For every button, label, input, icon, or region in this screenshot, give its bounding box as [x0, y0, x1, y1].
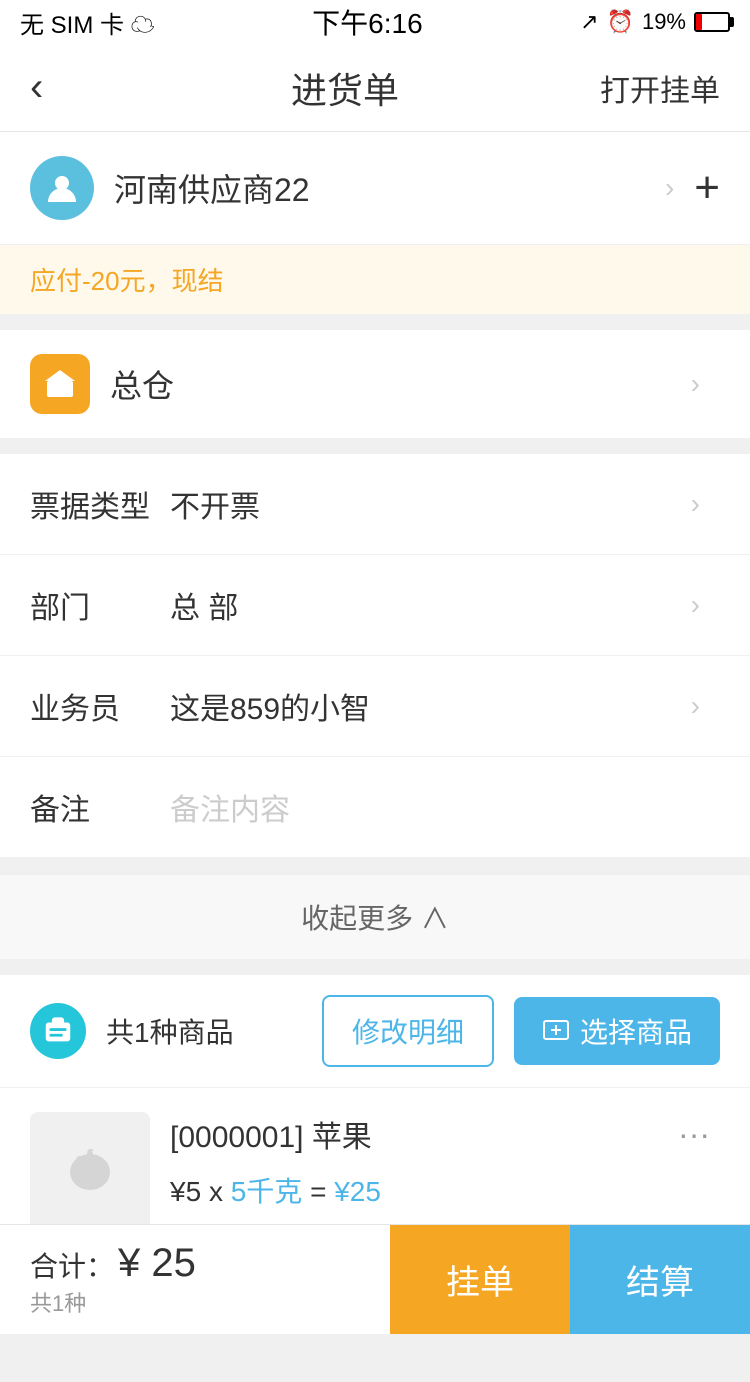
total-count: 共1种	[30, 1286, 360, 1318]
sim-status: 无 SIM 卡 ☁	[20, 5, 155, 40]
status-left: 无 SIM 卡 ☁	[20, 5, 155, 40]
remark-label: 备注	[30, 785, 170, 829]
product-price: ¥5 x 5千克 = ¥25	[170, 1170, 648, 1210]
battery-text: 19%	[642, 9, 686, 35]
warehouse-section: 总仓 ›	[0, 330, 750, 438]
staff-value: 这是859的小智	[170, 684, 691, 728]
staff-label: 业务员	[30, 684, 170, 728]
product-info: [0000001] 苹果 ¥5 x 5千克 = ¥25	[170, 1112, 648, 1210]
total-label: 合计：	[30, 1245, 114, 1285]
product-count-icon	[30, 1003, 86, 1059]
more-options-button[interactable]: ···	[668, 1112, 720, 1157]
bottom-bar: 合计： ¥ 25 共1种 挂单 结算	[0, 1224, 750, 1334]
select-product-button[interactable]: 选择商品	[514, 997, 720, 1065]
content-area: 河南供应商22 › + 应付-20元，现结 总仓 › 票据类型 不开票 ›	[0, 132, 750, 1382]
department-label: 部门	[30, 583, 170, 627]
chevron-right-icon: ›	[691, 368, 700, 400]
battery-icon	[694, 12, 730, 32]
select-product-label: 选择商品	[580, 1011, 692, 1051]
nav-bar: ‹ 进货单 打开挂单	[0, 44, 750, 132]
chevron-right-icon: ›	[691, 589, 700, 621]
chevron-right-icon: ›	[691, 690, 700, 722]
collapse-label: 收起更多 ∧	[301, 897, 449, 937]
remark-placeholder: 备注内容	[170, 785, 720, 829]
department-value: 总 部	[170, 583, 691, 627]
page-title: 进货单	[291, 62, 399, 114]
back-button[interactable]: ‹	[30, 65, 90, 110]
supplier-row[interactable]: 河南供应商22 › +	[0, 132, 750, 245]
product-count-text: 共1种商品	[106, 1011, 302, 1051]
product-quantity: 5千克	[231, 1176, 303, 1207]
supplier-notice: 应付-20元，现结	[0, 245, 750, 314]
navigation-icon: ↗	[580, 9, 598, 35]
warehouse-icon	[30, 354, 90, 414]
product-thumbnail	[30, 1112, 150, 1232]
total-amount: ¥ 25	[118, 1241, 196, 1286]
product-header: 共1种商品 修改明细 选择商品	[0, 975, 750, 1088]
status-time: 下午6:16	[312, 2, 423, 42]
product-name: [0000001] 苹果	[170, 1112, 648, 1156]
alarm-icon: ⏰	[607, 9, 634, 35]
chevron-right-icon: ›	[691, 488, 700, 520]
form-section: 票据类型 不开票 › 部门 总 部 › 业务员 这是859的小智 › 备注 备注…	[0, 454, 750, 858]
collapse-section: 收起更多 ∧	[0, 874, 750, 959]
warehouse-row[interactable]: 总仓 ›	[0, 330, 750, 438]
remark-row[interactable]: 备注 备注内容	[0, 757, 750, 858]
hold-order-button[interactable]: 挂单	[390, 1225, 570, 1334]
supplier-avatar	[30, 156, 94, 220]
edit-detail-button[interactable]: 修改明细	[322, 995, 494, 1067]
product-total: ¥25	[334, 1176, 381, 1207]
ticket-type-label: 票据类型	[30, 482, 170, 526]
checkout-button[interactable]: 结算	[570, 1225, 750, 1334]
staff-row[interactable]: 业务员 这是859的小智 ›	[0, 656, 750, 757]
product-section: 共1种商品 修改明细 选择商品	[0, 975, 750, 1256]
department-row[interactable]: 部门 总 部 ›	[0, 555, 750, 656]
supplier-section: 河南供应商22 › + 应付-20元，现结	[0, 132, 750, 314]
supplier-name: 河南供应商22	[114, 165, 665, 211]
add-supplier-button[interactable]: +	[694, 166, 720, 210]
status-right: ↗ ⏰ 19%	[580, 9, 730, 35]
total-area: 合计： ¥ 25 共1种	[0, 1225, 390, 1334]
warehouse-name: 总仓	[110, 361, 691, 407]
chevron-right-icon: ›	[665, 172, 674, 204]
open-hold-button[interactable]: 打开挂单	[600, 66, 720, 110]
collapse-button[interactable]: 收起更多 ∧	[0, 874, 750, 959]
status-bar: 无 SIM 卡 ☁ 下午6:16 ↗ ⏰ 19%	[0, 0, 750, 44]
ticket-type-row[interactable]: 票据类型 不开票 ›	[0, 454, 750, 555]
ticket-type-value: 不开票	[170, 482, 691, 526]
